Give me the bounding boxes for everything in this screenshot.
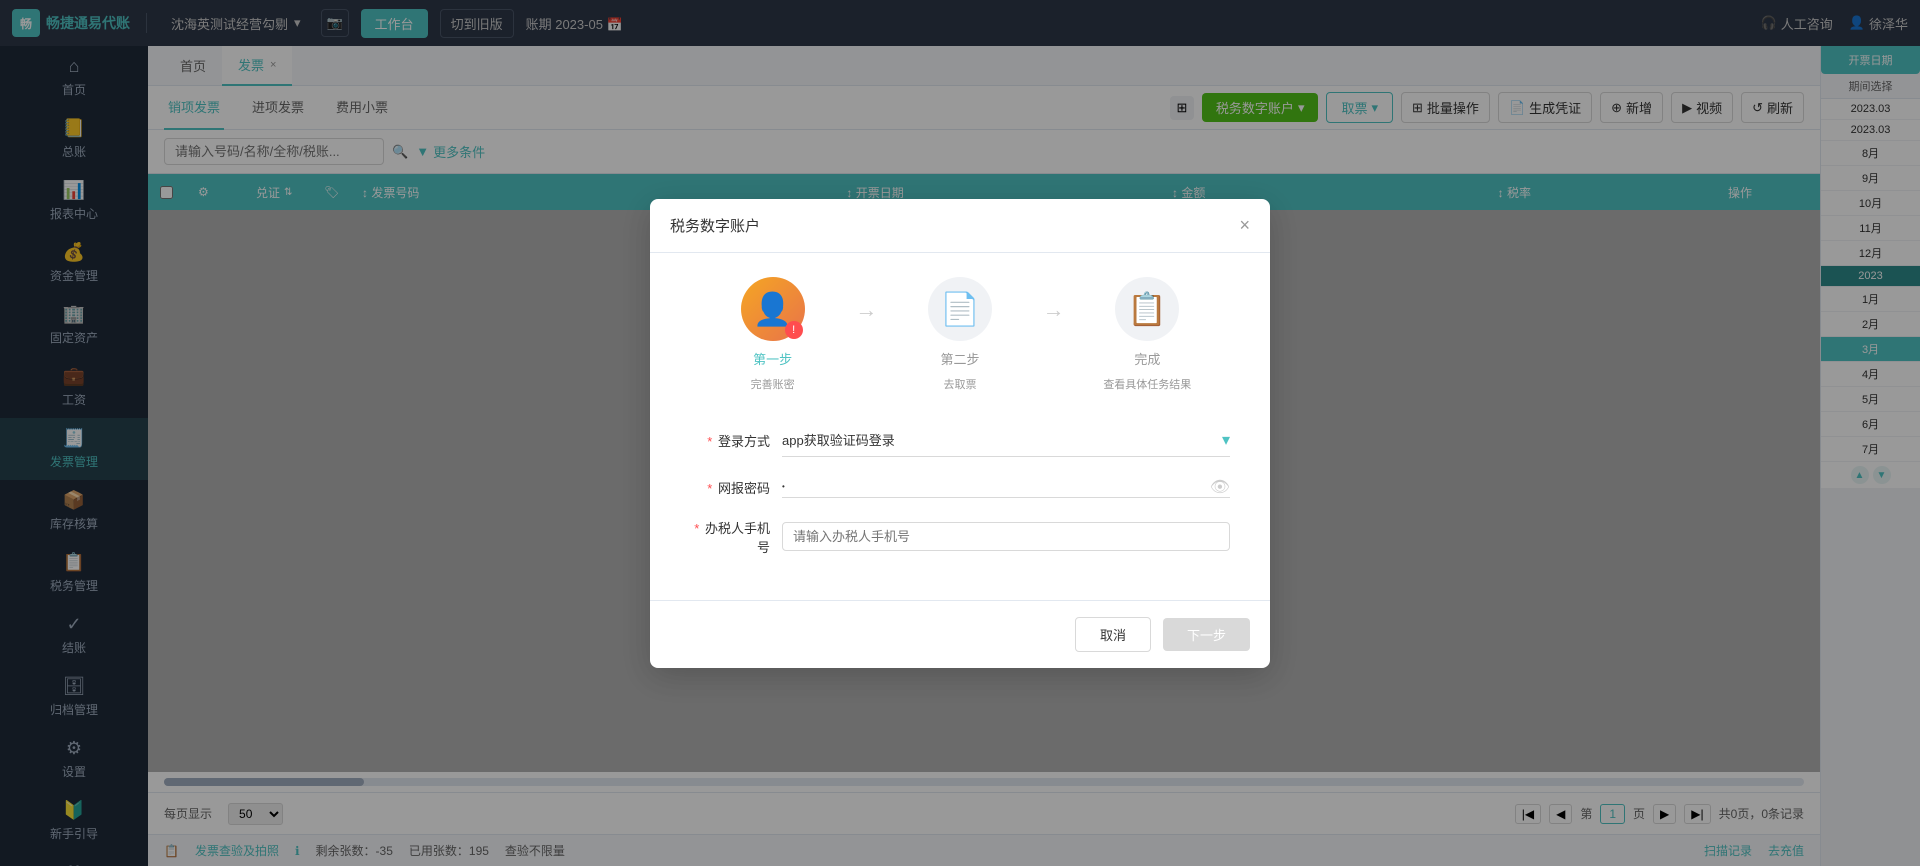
step-1: 👤 ! 第一步 完善账密: [690, 277, 855, 392]
step-2-label: 第二步: [940, 349, 979, 368]
password-label: 网报密码: [690, 478, 770, 497]
modal-header: 税务数字账户 ×: [650, 199, 1270, 253]
step-1-icon-wrap: 👤 !: [741, 277, 805, 341]
login-method-field: 登录方式 app获取验证码登录 ▾: [690, 424, 1230, 457]
step-1-label: 第一步: [753, 349, 792, 368]
step-2-desc: 去取票: [943, 376, 976, 392]
login-method-label: 登录方式: [690, 431, 770, 450]
step-3-label: 完成: [1134, 349, 1160, 368]
phone-field: 办税人手机号: [690, 518, 1230, 556]
step-3-icon-wrap: 📋: [1115, 277, 1179, 341]
step-1-badge: !: [785, 321, 803, 339]
phone-input[interactable]: [782, 522, 1230, 551]
step-1-desc: 完善账密: [751, 376, 795, 392]
select-arrow-icon: ▾: [1222, 430, 1230, 450]
step-3: 📋 完成 查看具体任务结果: [1065, 277, 1230, 392]
step-2-icon-wrap: 📄: [928, 277, 992, 341]
phone-label: 办税人手机号: [690, 518, 770, 556]
login-method-select[interactable]: app获取验证码登录 ▾: [782, 424, 1230, 457]
login-method-value: app获取验证码登录: [782, 430, 895, 449]
modal-title: 税务数字账户: [670, 215, 760, 236]
password-field: 网报密码 • 👁: [690, 477, 1230, 498]
password-input-wrap: • 👁: [782, 477, 1230, 498]
next-button[interactable]: 下一步: [1163, 618, 1250, 651]
tax-account-modal: 税务数字账户 × 👤 ! 第一步 完善账密 →: [650, 199, 1270, 668]
step-arrow-2: →: [1043, 297, 1065, 323]
eye-toggle-icon[interactable]: 👁: [1210, 477, 1230, 497]
modal-close-button[interactable]: ×: [1239, 216, 1250, 234]
password-dot: •: [782, 482, 785, 491]
step-2-icon: 📄: [940, 290, 980, 328]
modal-overlay: 税务数字账户 × 👤 ! 第一步 完善账密 →: [0, 0, 1920, 866]
steps: 👤 ! 第一步 完善账密 → 📄 第二步 去取票 →: [690, 277, 1230, 392]
step-arrow-1: →: [855, 297, 877, 323]
modal-footer: 取消 下一步: [650, 600, 1270, 668]
step-3-desc: 查看具体任务结果: [1103, 376, 1191, 392]
step-3-icon: 📋: [1127, 290, 1167, 328]
step-2: 📄 第二步 去取票: [877, 277, 1042, 392]
modal-body: 👤 ! 第一步 完善账密 → 📄 第二步 去取票 →: [650, 253, 1270, 600]
step-1-icon: 👤: [753, 290, 793, 328]
cancel-button[interactable]: 取消: [1075, 617, 1151, 652]
